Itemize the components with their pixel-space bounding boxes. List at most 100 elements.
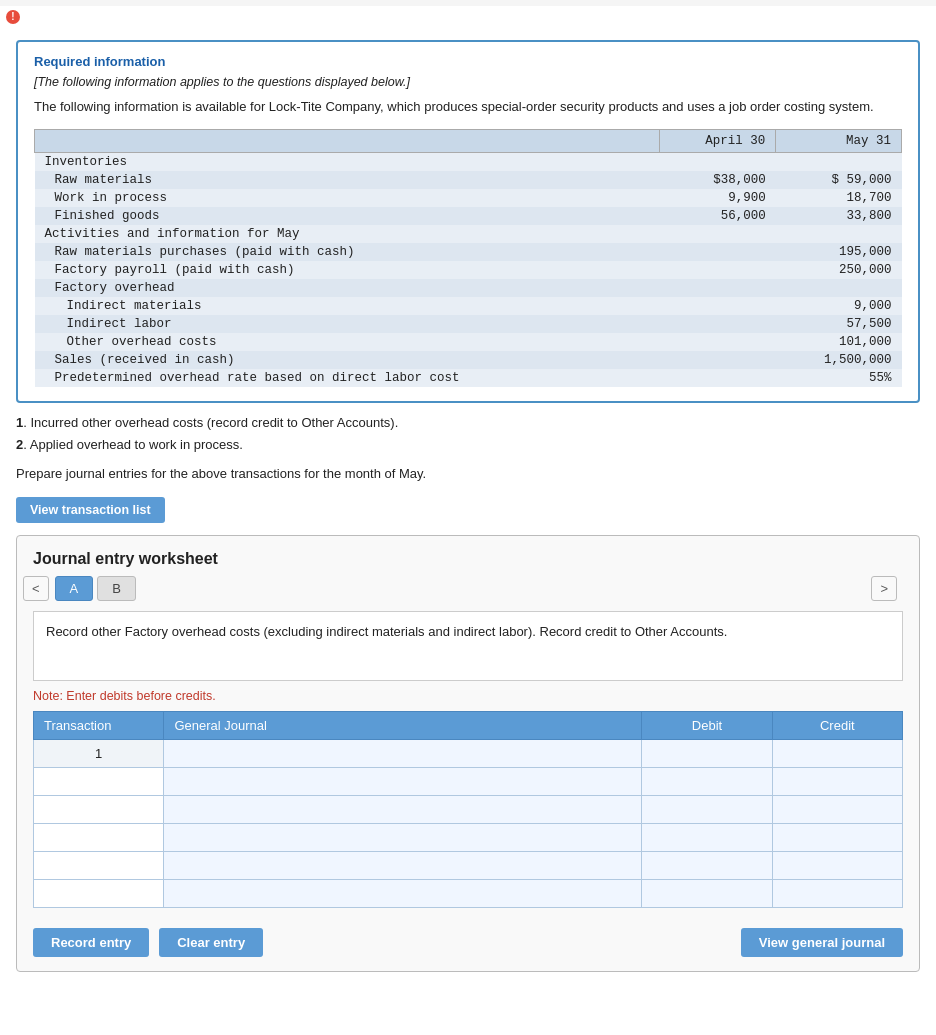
journal-credit-cell-4[interactable] (772, 852, 902, 880)
clear-entry-button[interactable]: Clear entry (159, 928, 263, 957)
journal-credit-input-1[interactable] (773, 768, 902, 795)
journal-general-journal-input-1[interactable] (164, 768, 641, 795)
journal-general-journal-cell-1[interactable] (164, 768, 642, 796)
info-row-label-12: Predetermined overhead rate based on dir… (35, 369, 660, 387)
info-row-april-6 (659, 261, 775, 279)
journal-general-journal-input-5[interactable] (164, 880, 641, 907)
journal-debit-cell-3[interactable] (642, 824, 772, 852)
journal-debit-input-2[interactable] (642, 796, 771, 823)
info-row-may-5: 195,000 (776, 243, 902, 261)
journal-debit-cell-1[interactable] (642, 768, 772, 796)
tab-nav-right[interactable]: > (871, 576, 897, 601)
journal-table: Transaction General Journal Debit Credit… (33, 711, 903, 908)
info-row-april-0 (659, 152, 775, 171)
page-wrapper: ! Required information [The following in… (0, 6, 936, 1035)
journal-header-credit: Credit (772, 712, 902, 740)
italic-note: [The following information applies to th… (34, 75, 902, 89)
journal-general-journal-cell-3[interactable] (164, 824, 642, 852)
journal-debit-cell-5[interactable] (642, 880, 772, 908)
questions-section: 1. Incurred other overhead costs (record… (16, 413, 920, 457)
info-row-april-11 (659, 351, 775, 369)
journal-table-row (34, 796, 903, 824)
info-row-may-10: 101,000 (776, 333, 902, 351)
info-table: April 30 May 31 InventoriesRaw materials… (34, 129, 902, 387)
info-row-label-8: Indirect materials (35, 297, 660, 315)
tab-a[interactable]: A (55, 576, 94, 601)
journal-credit-input-3[interactable] (773, 824, 902, 851)
journal-debit-cell-4[interactable] (642, 852, 772, 880)
journal-credit-input-2[interactable] (773, 796, 902, 823)
info-row-label-3: Finished goods (35, 207, 660, 225)
view-general-journal-button[interactable]: View general journal (741, 928, 903, 957)
prepare-text: Prepare journal entries for the above tr… (16, 466, 920, 481)
info-row-april-5 (659, 243, 775, 261)
info-row-label-10: Other overhead costs (35, 333, 660, 351)
journal-credit-cell-2[interactable] (772, 796, 902, 824)
journal-general-journal-input-3[interactable] (164, 824, 641, 851)
journal-credit-input-4[interactable] (773, 852, 902, 879)
info-row-may-0 (776, 152, 902, 171)
info-row-label-0: Inventories (35, 152, 660, 171)
info-row-may-3: 33,800 (776, 207, 902, 225)
info-row-label-7: Factory overhead (35, 279, 660, 297)
info-row-april-4 (659, 225, 775, 243)
journal-credit-cell-3[interactable] (772, 824, 902, 852)
tab-b[interactable]: B (97, 576, 136, 601)
info-row-april-7 (659, 279, 775, 297)
info-row-label-6: Factory payroll (paid with cash) (35, 261, 660, 279)
view-transaction-list-button[interactable]: View transaction list (16, 497, 165, 523)
record-entry-button[interactable]: Record entry (33, 928, 149, 957)
journal-transaction-cell-0: 1 (34, 740, 164, 768)
info-row-april-2: 9,900 (659, 189, 775, 207)
question-2: 2. Applied overhead to work in process. (16, 435, 920, 456)
info-row-may-6: 250,000 (776, 261, 902, 279)
journal-credit-cell-1[interactable] (772, 768, 902, 796)
info-row-label-1: Raw materials (35, 171, 660, 189)
info-row-may-11: 1,500,000 (776, 351, 902, 369)
journal-transaction-cell-4 (34, 852, 164, 880)
info-row-may-7 (776, 279, 902, 297)
alert-bar: ! (0, 6, 936, 28)
info-row-label-5: Raw materials purchases (paid with cash) (35, 243, 660, 261)
journal-general-journal-cell-0[interactable] (164, 740, 642, 768)
question-2-text: . Applied overhead to work in process. (23, 437, 243, 452)
journal-credit-cell-5[interactable] (772, 880, 902, 908)
journal-debit-input-5[interactable] (642, 880, 771, 907)
tab-nav-left[interactable]: < (23, 576, 49, 601)
alert-icon: ! (6, 10, 20, 24)
journal-table-row: 1 (34, 740, 903, 768)
journal-general-journal-input-0[interactable] (164, 740, 641, 767)
record-desc-box: Record other Factory overhead costs (exc… (33, 611, 903, 681)
journal-credit-cell-0[interactable] (772, 740, 902, 768)
info-row-may-12: 55% (776, 369, 902, 387)
journal-general-journal-input-4[interactable] (164, 852, 641, 879)
bottom-buttons: Record entry Clear entry View general jo… (17, 920, 919, 971)
journal-credit-input-5[interactable] (773, 880, 902, 907)
journal-transaction-cell-3 (34, 824, 164, 852)
journal-header-transaction: Transaction (34, 712, 164, 740)
info-row-label-11: Sales (received in cash) (35, 351, 660, 369)
journal-debit-cell-0[interactable] (642, 740, 772, 768)
required-info-header: Required information (34, 54, 902, 69)
journal-credit-input-0[interactable] (773, 740, 902, 767)
note-text: Note: Enter debits before credits. (33, 689, 903, 703)
journal-debit-cell-2[interactable] (642, 796, 772, 824)
journal-debit-input-0[interactable] (642, 740, 771, 767)
journal-general-journal-cell-5[interactable] (164, 880, 642, 908)
journal-general-journal-cell-2[interactable] (164, 796, 642, 824)
journal-debit-input-4[interactable] (642, 852, 771, 879)
journal-general-journal-input-2[interactable] (164, 796, 641, 823)
col-april-header: April 30 (659, 129, 775, 152)
journal-transaction-cell-1 (34, 768, 164, 796)
journal-table-row (34, 880, 903, 908)
col-label-header (35, 129, 660, 152)
journal-general-journal-cell-4[interactable] (164, 852, 642, 880)
info-row-april-12 (659, 369, 775, 387)
journal-debit-input-3[interactable] (642, 824, 771, 851)
journal-debit-input-1[interactable] (642, 768, 771, 795)
info-row-may-8: 9,000 (776, 297, 902, 315)
description-text: The following information is available f… (34, 97, 902, 117)
journal-table-row (34, 768, 903, 796)
journal-header-debit: Debit (642, 712, 772, 740)
info-row-may-9: 57,500 (776, 315, 902, 333)
